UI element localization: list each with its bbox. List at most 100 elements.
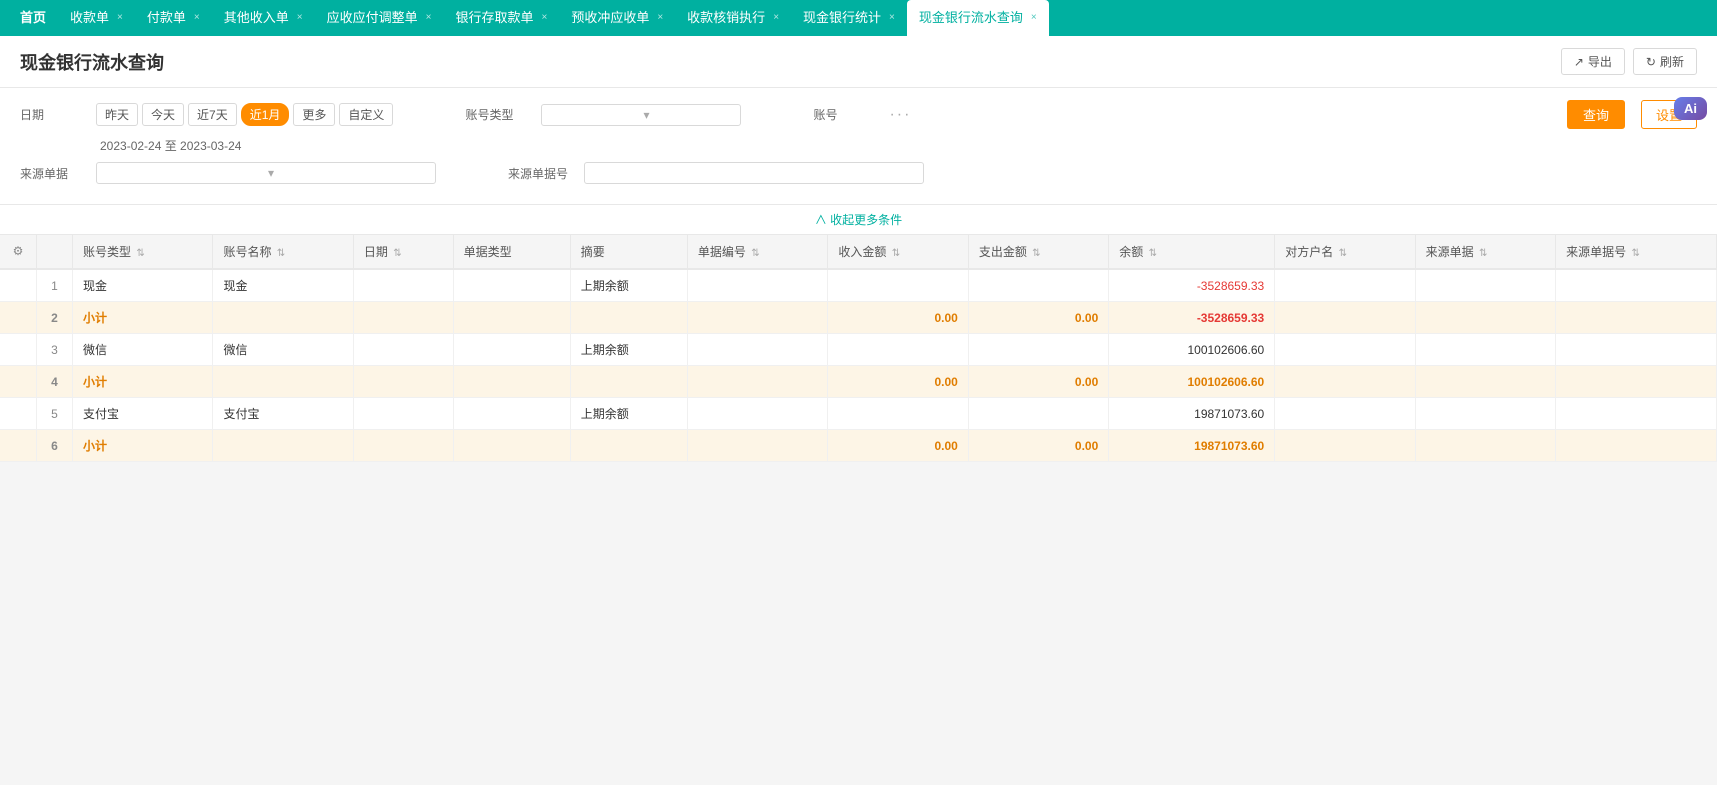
col-account-name[interactable]: 账号名称 ⇅ xyxy=(213,235,353,269)
col-settings[interactable]: ⚙ xyxy=(0,235,37,269)
date-btn-7days[interactable]: 近7天 xyxy=(188,103,237,126)
row-date xyxy=(353,366,453,398)
query-button[interactable]: 查询 xyxy=(1567,100,1625,129)
data-table: ⚙ 账号类型 ⇅ 账号名称 ⇅ 日期 ⇅ 单据类型 摘要 单据编号 ⇅ 收入金额… xyxy=(0,235,1717,462)
source-doc-num-label: 来源单据号 xyxy=(508,165,568,182)
nav-close-cash-bank-stat[interactable]: × xyxy=(889,0,895,36)
refresh-icon: ↻ xyxy=(1646,55,1656,69)
filter-row-date-range: 2023-02-24 至 2023-03-24 xyxy=(20,137,1697,154)
row-doc-type xyxy=(453,269,570,302)
row-doc-type xyxy=(453,366,570,398)
table-settings-icon[interactable]: ⚙ xyxy=(10,244,26,260)
page-header: 现金银行流水查询 ↗ 导出 ↻ 刷新 xyxy=(0,36,1717,88)
row-balance: 100102606.60 xyxy=(1109,366,1275,398)
row-source-doc-no xyxy=(1556,430,1717,462)
row-expense: 0.00 xyxy=(968,302,1108,334)
nav-close-ar-ap-adjust[interactable]: × xyxy=(426,0,432,36)
row-doc-no xyxy=(687,334,827,366)
source-doc-num-input[interactable] xyxy=(584,162,924,184)
filter-row-2: 来源单据 ▾ 来源单据号 xyxy=(20,162,1697,184)
account-type-dropdown-icon: ▾ xyxy=(643,108,732,122)
col-expense[interactable]: 支出金额 ⇅ xyxy=(968,235,1108,269)
date-btn-today[interactable]: 今天 xyxy=(142,103,184,126)
row-doc-type xyxy=(453,302,570,334)
export-button[interactable]: ↗ 导出 xyxy=(1561,48,1625,75)
row-balance: -3528659.33 xyxy=(1109,302,1275,334)
ai-badge[interactable]: Ai xyxy=(1674,97,1707,120)
date-btn-yesterday[interactable]: 昨天 xyxy=(96,103,138,126)
col-doc-type: 单据类型 xyxy=(453,235,570,269)
nav-close-bank-deposit[interactable]: × xyxy=(541,0,547,36)
nav-item-other-income[interactable]: 其他收入单 × xyxy=(212,0,315,36)
row-expense xyxy=(968,398,1108,430)
nav-close-receipt[interactable]: × xyxy=(117,0,123,36)
nav-close-other-income[interactable]: × xyxy=(297,0,303,36)
collapse-bar[interactable]: ∧ 收起更多条件 xyxy=(0,205,1717,235)
source-doc-select[interactable]: ▾ xyxy=(96,162,436,184)
source-doc-dropdown-icon: ▾ xyxy=(268,166,427,180)
row-doc-no xyxy=(687,269,827,302)
row-expense: 0.00 xyxy=(968,430,1108,462)
row-settings-cell xyxy=(0,398,37,430)
row-source-doc xyxy=(1415,302,1555,334)
col-date[interactable]: 日期 ⇅ xyxy=(353,235,453,269)
table-row: 1现金现金上期余额-3528659.33 xyxy=(0,269,1717,302)
row-settings-cell xyxy=(0,302,37,334)
nav-close-payment[interactable]: × xyxy=(194,0,200,36)
nav-close-pre-receipt[interactable]: × xyxy=(657,0,663,36)
nav-item-home[interactable]: 首页 xyxy=(8,0,58,36)
export-icon: ↗ xyxy=(1574,55,1584,69)
col-balance[interactable]: 余额 ⇅ xyxy=(1109,235,1275,269)
nav-item-payment[interactable]: 付款单 × xyxy=(135,0,212,36)
row-account-type: 微信 xyxy=(73,334,213,366)
nav-item-receipt-verify[interactable]: 收款核销执行 × xyxy=(675,0,791,36)
row-summary xyxy=(570,302,687,334)
col-doc-no[interactable]: 单据编号 ⇅ xyxy=(687,235,827,269)
row-source-doc xyxy=(1415,398,1555,430)
table-row: 5支付宝支付宝上期余额19871073.60 xyxy=(0,398,1717,430)
nav-item-receipt[interactable]: 收款单 × xyxy=(58,0,135,36)
nav-item-cash-bank-stat[interactable]: 现金银行统计 × xyxy=(791,0,907,36)
nav-close-cash-bank-flow[interactable]: × xyxy=(1031,0,1037,36)
col-source-doc-no[interactable]: 来源单据号 ⇅ xyxy=(1556,235,1717,269)
col-counterpart[interactable]: 对方户名 ⇅ xyxy=(1275,235,1415,269)
row-account-name xyxy=(213,302,353,334)
row-account-type: 小计 xyxy=(73,430,213,462)
row-index: 5 xyxy=(37,398,73,430)
row-account-name xyxy=(213,430,353,462)
date-filter-label: 日期 xyxy=(20,106,80,123)
page-title: 现金银行流水查询 xyxy=(20,49,164,75)
nav-item-pre-receipt[interactable]: 预收冲应收单 × xyxy=(559,0,675,36)
nav-item-cash-bank-flow[interactable]: 现金银行流水查询 × xyxy=(907,0,1049,36)
date-btn-custom[interactable]: 自定义 xyxy=(339,103,393,126)
row-source-doc-no xyxy=(1556,366,1717,398)
row-settings-cell xyxy=(0,430,37,462)
table-row: 6小计0.000.0019871073.60 xyxy=(0,430,1717,462)
date-btn-1month[interactable]: 近1月 xyxy=(241,103,290,126)
row-account-type: 现金 xyxy=(73,269,213,302)
row-balance: 100102606.60 xyxy=(1109,334,1275,366)
row-summary xyxy=(570,430,687,462)
row-summary: 上期余额 xyxy=(570,269,687,302)
row-source-doc xyxy=(1415,366,1555,398)
col-account-type[interactable]: 账号类型 ⇅ xyxy=(73,235,213,269)
nav-item-ar-ap-adjust[interactable]: 应收应付调整单 × xyxy=(315,0,444,36)
account-type-select[interactable]: ▾ xyxy=(541,104,741,126)
col-source-doc[interactable]: 来源单据 ⇅ xyxy=(1415,235,1555,269)
row-index: 6 xyxy=(37,430,73,462)
account-more-button[interactable]: ··· xyxy=(889,106,911,124)
row-settings-cell xyxy=(0,366,37,398)
row-doc-no xyxy=(687,302,827,334)
nav-item-bank-deposit[interactable]: 银行存取款单 × xyxy=(443,0,559,36)
date-btn-more[interactable]: 更多 xyxy=(293,103,335,126)
row-account-name: 现金 xyxy=(213,269,353,302)
table-row: 2小计0.000.00-3528659.33 xyxy=(0,302,1717,334)
row-account-name: 支付宝 xyxy=(213,398,353,430)
col-income[interactable]: 收入金额 ⇅ xyxy=(828,235,968,269)
row-source-doc-no xyxy=(1556,302,1717,334)
nav-close-receipt-verify[interactable]: × xyxy=(773,0,779,36)
refresh-button[interactable]: ↻ 刷新 xyxy=(1633,48,1697,75)
row-account-type: 小计 xyxy=(73,302,213,334)
header-actions: ↗ 导出 ↻ 刷新 xyxy=(1561,48,1697,75)
col-summary: 摘要 xyxy=(570,235,687,269)
